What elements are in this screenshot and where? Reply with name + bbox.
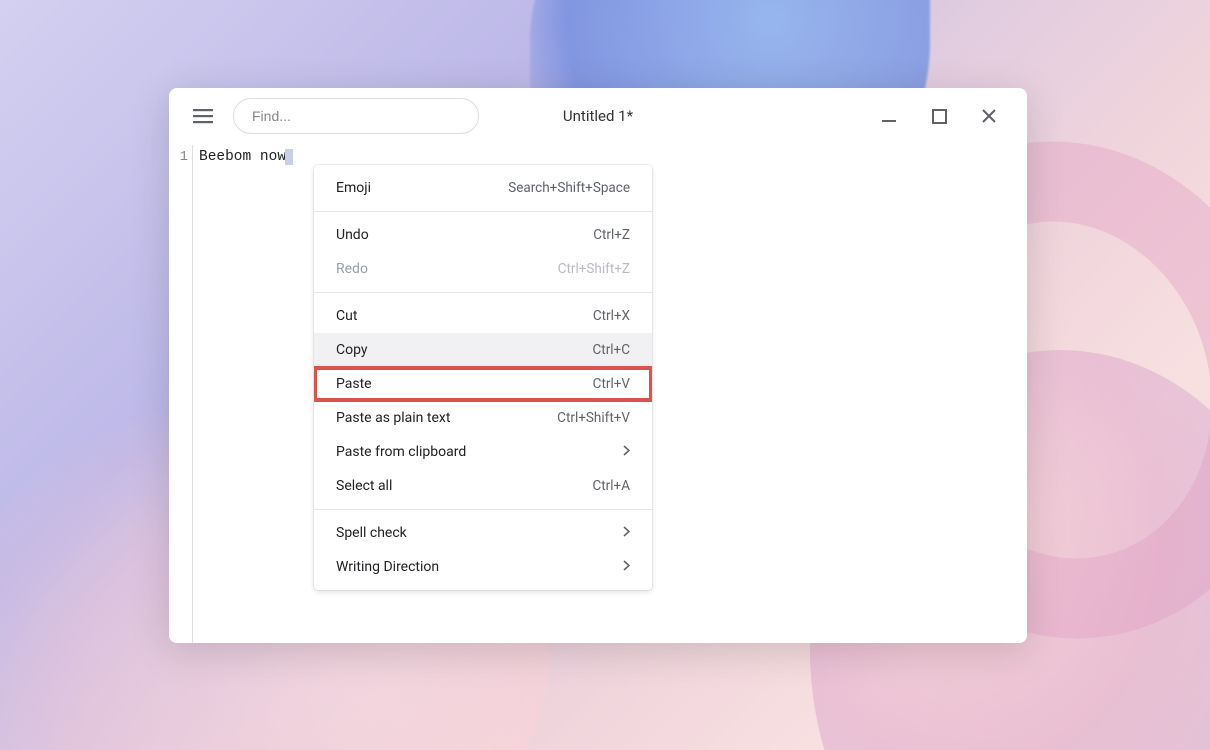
- menu-item-select-all[interactable]: Select allCtrl+A: [314, 469, 652, 503]
- menu-section: UndoCtrl+ZRedoCtrl+Shift+Z: [314, 212, 652, 292]
- line-number-gutter: 1: [169, 145, 193, 643]
- chevron-right-icon: [623, 526, 630, 541]
- menu-item-paste-as-plain-text[interactable]: Paste as plain textCtrl+Shift+V: [314, 401, 652, 435]
- minimize-icon: [881, 108, 897, 124]
- menu-item-label: Paste from clipboard: [336, 444, 623, 460]
- menu-item-shortcut: Ctrl+A: [592, 478, 630, 494]
- menu-item-shortcut: Search+Shift+Space: [508, 180, 630, 196]
- text-cursor: [285, 149, 293, 165]
- menu-item-label: Copy: [336, 342, 592, 358]
- line-number: 1: [169, 149, 188, 165]
- menu-item-shortcut: Ctrl+V: [593, 376, 630, 392]
- menu-section: Spell check Writing Direction: [314, 510, 652, 590]
- menu-item-cut[interactable]: CutCtrl+X: [314, 299, 652, 333]
- menu-item-undo[interactable]: UndoCtrl+Z: [314, 218, 652, 252]
- chevron-right-icon: [623, 560, 630, 575]
- close-icon: [981, 108, 997, 124]
- menu-item-emoji[interactable]: EmojiSearch+Shift+Space: [314, 171, 652, 205]
- menu-item-paste[interactable]: PasteCtrl+V: [314, 367, 652, 401]
- menu-item-paste-from-clipboard[interactable]: Paste from clipboard: [314, 435, 652, 469]
- titlebar: Untitled 1*: [169, 88, 1027, 144]
- menu-item-label: Writing Direction: [336, 559, 623, 575]
- menu-item-label: Redo: [336, 261, 558, 277]
- menu-item-shortcut: Ctrl+X: [593, 308, 630, 324]
- menu-item-redo: RedoCtrl+Shift+Z: [314, 252, 652, 286]
- minimize-button[interactable]: [875, 102, 903, 130]
- menu-icon[interactable]: [181, 94, 225, 138]
- menu-item-label: Select all: [336, 478, 592, 494]
- editor-text: Beebom now: [199, 149, 286, 165]
- context-menu: EmojiSearch+Shift+SpaceUndoCtrl+ZRedoCtr…: [314, 165, 652, 590]
- maximize-icon: [932, 109, 947, 124]
- menu-section: EmojiSearch+Shift+Space: [314, 165, 652, 211]
- menu-item-writing-direction[interactable]: Writing Direction: [314, 550, 652, 584]
- menu-item-shortcut: Ctrl+Shift+Z: [558, 261, 630, 277]
- menu-item-label: Emoji: [336, 180, 508, 196]
- menu-item-label: Cut: [336, 308, 593, 324]
- menu-item-shortcut: Ctrl+C: [592, 342, 630, 358]
- close-button[interactable]: [975, 102, 1003, 130]
- menu-item-shortcut: Ctrl+Z: [593, 227, 630, 243]
- menu-item-shortcut: Ctrl+Shift+V: [557, 410, 630, 426]
- menu-item-label: Paste: [336, 376, 593, 392]
- window-title: Untitled 1*: [563, 107, 633, 125]
- hamburger-icon: [193, 108, 213, 124]
- menu-item-label: Paste as plain text: [336, 410, 557, 426]
- menu-item-label: Undo: [336, 227, 593, 243]
- search-input[interactable]: [233, 98, 479, 134]
- maximize-button[interactable]: [925, 102, 953, 130]
- menu-item-label: Spell check: [336, 525, 623, 541]
- menu-item-spell-check[interactable]: Spell check: [314, 516, 652, 550]
- window-controls: [875, 102, 1015, 130]
- chevron-right-icon: [623, 445, 630, 460]
- menu-item-copy[interactable]: CopyCtrl+C: [314, 333, 652, 367]
- menu-section: CutCtrl+XCopyCtrl+CPasteCtrl+VPaste as p…: [314, 293, 652, 509]
